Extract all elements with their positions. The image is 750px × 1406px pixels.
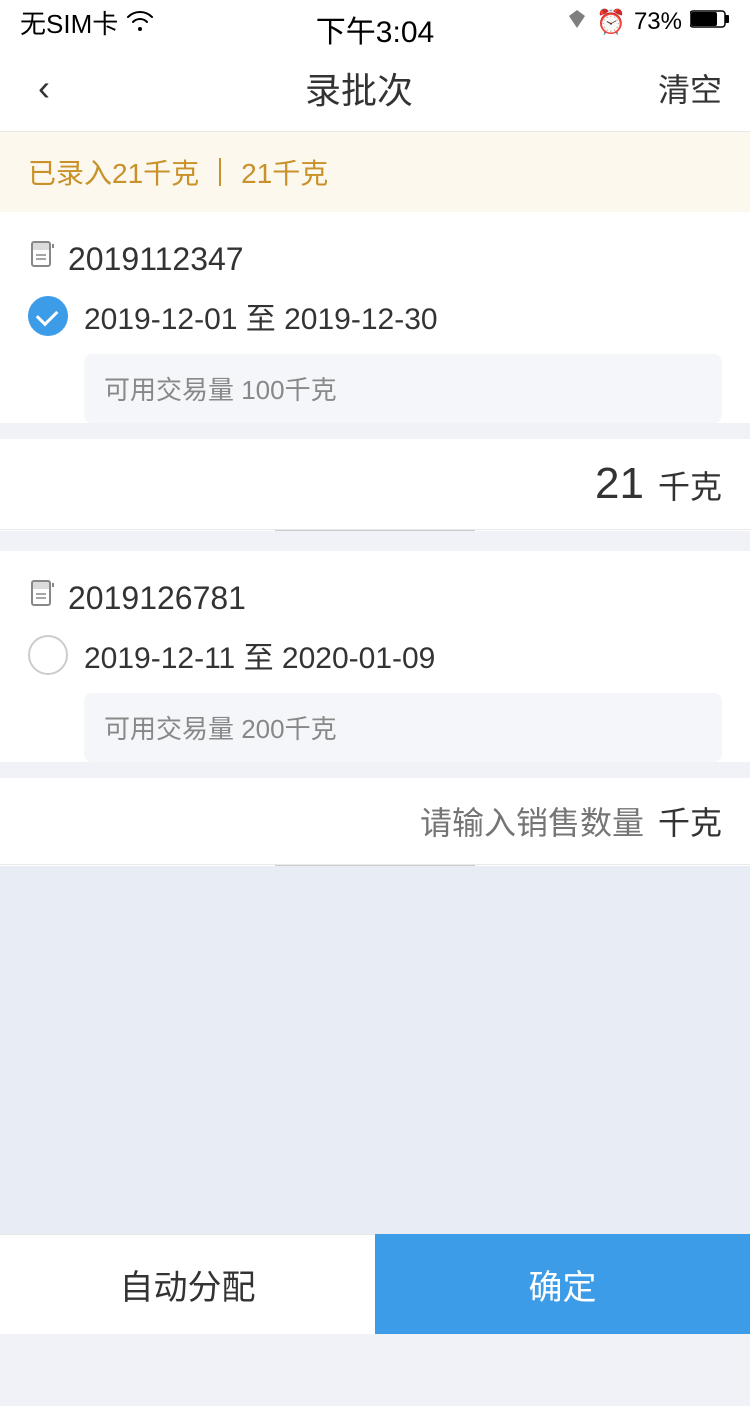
clear-button[interactable]: 清空: [658, 65, 722, 111]
batch-date-row-1[interactable]: 2019-12-01 至 2019-12-30: [28, 294, 722, 338]
status-time: 下午3:04: [316, 7, 434, 51]
info-divider: [219, 158, 221, 186]
batch-header-1: 2019112347: [28, 240, 722, 278]
page-title: 录批次: [305, 62, 413, 114]
sim-text: 无SIM卡: [20, 4, 118, 41]
input-row-2: 千克: [0, 778, 750, 865]
back-button[interactable]: ‹: [28, 57, 60, 119]
batch-date-1: 2019-12-01 至 2019-12-30: [84, 294, 438, 338]
status-bar: 无SIM卡 下午3:04 ⏰ 73%: [0, 0, 750, 44]
location-icon: [566, 8, 588, 37]
auto-distribute-button[interactable]: 自动分配: [0, 1234, 375, 1334]
batch-date-2: 2019-12-11 至 2020-01-09: [84, 633, 435, 677]
avail-text-1: 可用交易量 100千克: [104, 375, 337, 405]
wifi-icon: [126, 7, 154, 38]
section-gap: [0, 531, 750, 551]
recorded-amount: 已录入21千克: [28, 152, 199, 192]
avail-box-2: 可用交易量 200千克: [84, 693, 722, 762]
nav-bar: ‹ 录批次 清空: [0, 44, 750, 132]
batch-header-2: 2019126781: [28, 579, 722, 617]
status-left: 无SIM卡: [20, 4, 154, 41]
doc-icon-1: [28, 240, 58, 278]
status-right: ⏰ 73%: [566, 8, 730, 37]
amount-unit-1: 千克: [658, 462, 722, 508]
amount-row-1: 21 千克: [0, 439, 750, 530]
bottom-bar: 自动分配 确定: [0, 1234, 750, 1334]
avail-text-2: 可用交易量 200千克: [104, 714, 337, 744]
radio-btn-1[interactable]: [28, 296, 68, 336]
confirm-button[interactable]: 确定: [375, 1234, 750, 1334]
batch-date-row-2[interactable]: 2019-12-11 至 2020-01-09: [28, 633, 722, 677]
doc-icon-2: [28, 579, 58, 617]
batch-item-1: 2019112347 2019-12-01 至 2019-12-30 可用交易量…: [0, 212, 750, 423]
quantity-input-2[interactable]: [28, 805, 644, 842]
unit-label-2: 千克: [658, 798, 722, 844]
info-banner: 已录入21千克 21千克: [0, 132, 750, 212]
radio-btn-2[interactable]: [28, 635, 68, 675]
batch-id-1: 2019112347: [68, 241, 244, 278]
amount-value-1: 21: [595, 459, 644, 509]
total-amount: 21千克: [241, 152, 328, 192]
battery-icon: [690, 8, 730, 36]
batch-item-2: 2019126781 2019-12-11 至 2020-01-09 可用交易量…: [0, 551, 750, 762]
batch-id-2: 2019126781: [68, 580, 246, 617]
avail-box-1: 可用交易量 100千克: [84, 354, 722, 423]
battery-text: 73%: [634, 8, 682, 36]
alarm-icon: ⏰: [596, 8, 626, 37]
